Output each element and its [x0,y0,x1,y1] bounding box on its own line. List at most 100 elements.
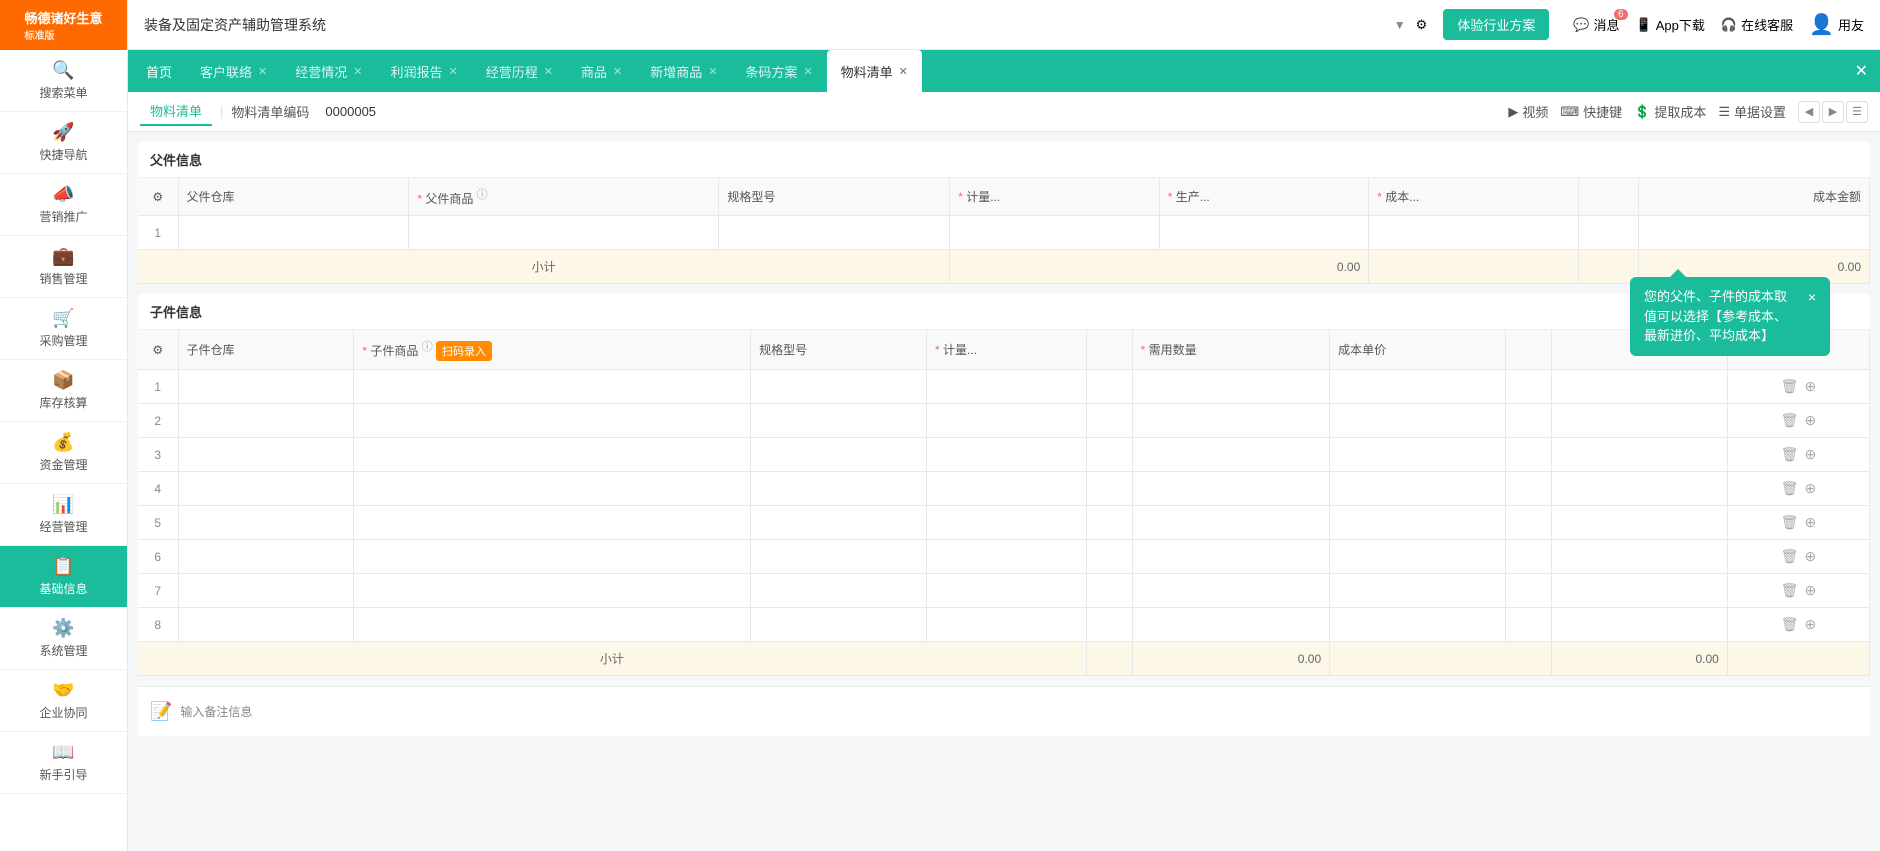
tab-operations-close[interactable]: ✕ [353,65,362,78]
copy-row-5-icon[interactable]: ⊕ [1804,514,1816,531]
child-row-8-unit[interactable] [927,608,1087,642]
nav-expand[interactable]: ☰ [1846,101,1868,123]
parent-goods-info-icon[interactable]: ⓘ [477,189,488,201]
child-row-1-spec[interactable] [751,370,927,404]
child-row-5-unit[interactable] [927,506,1087,540]
single-setting-action[interactable]: ☰ 单据设置 [1718,102,1786,121]
tab-bom[interactable]: 物料清单 ✕ [827,50,922,92]
tab-barcode[interactable]: 条码方案 ✕ [731,50,826,92]
child-row-3-price[interactable] [1330,438,1506,472]
child-row-5-goods[interactable] [354,506,751,540]
sidebar-item-marketing[interactable]: 📣 营销推广 [0,174,127,236]
child-row-7-goods[interactable] [354,574,751,608]
sidebar-item-quick-nav[interactable]: 🚀 快捷导航 [0,112,127,174]
child-row-5-price[interactable] [1330,506,1506,540]
child-row-4-goods[interactable] [354,472,751,506]
child-row-6-price[interactable] [1330,540,1506,574]
tab-bom-close[interactable]: ✕ [899,65,908,78]
extract-cost-action[interactable]: 💲 提取成本 [1634,102,1706,121]
child-row-1-unit[interactable] [927,370,1087,404]
copy-row-6-icon[interactable]: ⊕ [1804,548,1816,565]
user-group[interactable]: 👤 用友 [1809,12,1864,37]
parent-row-unit[interactable] [950,216,1160,250]
child-goods-info-icon[interactable]: ⓘ [422,341,433,353]
tab-new-goods-close[interactable]: ✕ [708,65,717,78]
child-row-1-goods[interactable] [354,370,751,404]
app-download-group[interactable]: 📱 App下载 [1636,15,1705,34]
child-row-3-unit[interactable] [927,438,1087,472]
child-row-2-spec[interactable] [751,404,927,438]
copy-row-1-icon[interactable]: ⊕ [1804,378,1816,395]
settings-icon[interactable]: ⚙ [1416,17,1428,33]
tab-goods[interactable]: 商品 ✕ [567,50,636,92]
child-row-1-price[interactable] [1330,370,1506,404]
child-row-4-spec[interactable] [751,472,927,506]
child-row-6-goods[interactable] [354,540,751,574]
online-service-group[interactable]: 🎧 在线客服 [1721,15,1793,34]
nav-prev[interactable]: ◀ [1798,101,1820,123]
sidebar-item-basic-info[interactable]: 📋 基础信息 [0,546,127,608]
child-row-1-qty[interactable] [1132,370,1330,404]
child-row-7-price[interactable] [1330,574,1506,608]
view-action[interactable]: ▶ 视频 [1508,102,1548,121]
delete-row-8-icon[interactable]: 🗑 [1781,616,1799,633]
tab-new-goods[interactable]: 新增商品 ✕ [636,50,731,92]
child-row-3-spec[interactable] [751,438,927,472]
tab-history-close[interactable]: ✕ [544,65,553,78]
copy-row-8-icon[interactable]: ⊕ [1804,616,1816,633]
child-row-3-goods[interactable] [354,438,751,472]
nav-next[interactable]: ▶ [1822,101,1844,123]
tab-customer[interactable]: 客户联络 ✕ [186,50,281,92]
child-row-2-unit[interactable] [927,404,1087,438]
tab-profit[interactable]: 利润报告 ✕ [376,50,471,92]
bottom-edit-icon[interactable]: 📝 [150,701,172,722]
sidebar-item-sales[interactable]: 💼 销售管理 [0,236,127,298]
child-row-3-qty[interactable] [1132,438,1330,472]
parent-row-spec[interactable] [719,216,950,250]
child-row-4-warehouse[interactable] [178,472,354,506]
child-th-settings[interactable]: ⚙ [138,330,178,370]
child-row-8-goods[interactable] [354,608,751,642]
sidebar-item-enterprise[interactable]: 🤝 企业协同 [0,670,127,732]
tab-history[interactable]: 经营历程 ✕ [472,50,567,92]
delete-row-4-icon[interactable]: 🗑 [1781,480,1799,497]
message-icon-group[interactable]: 💬 消息 6 [1573,15,1619,34]
tab-home[interactable]: 首页 [132,50,186,92]
sidebar-item-guide[interactable]: 📖 新手引导 [0,732,127,794]
close-all-tabs[interactable]: ✕ [1847,61,1876,81]
parent-row-warehouse[interactable] [178,216,409,250]
copy-row-3-icon[interactable]: ⊕ [1804,446,1816,463]
delete-row-3-icon[interactable]: 🗑 [1781,446,1799,463]
parent-row-goods[interactable] [409,216,719,250]
delete-row-1-icon[interactable]: 🗑 [1781,378,1799,395]
child-row-2-goods[interactable] [354,404,751,438]
sidebar-item-system[interactable]: ⚙️ 系统管理 [0,608,127,670]
child-row-7-unit[interactable] [927,574,1087,608]
child-row-5-qty[interactable] [1132,506,1330,540]
child-row-5-spec[interactable] [751,506,927,540]
child-row-4-qty[interactable] [1132,472,1330,506]
child-row-3-warehouse[interactable] [178,438,354,472]
child-row-2-qty[interactable] [1132,404,1330,438]
sidebar-item-search[interactable]: 🔍 搜索菜单 [0,50,127,112]
parent-row-produce[interactable] [1159,216,1369,250]
child-row-7-warehouse[interactable] [178,574,354,608]
tooltip-close-btn[interactable]: × [1808,287,1816,308]
child-row-5-warehouse[interactable] [178,506,354,540]
system-select-arrow[interactable]: ▼ [1394,18,1406,32]
parent-row-cost-type[interactable] [1369,216,1579,250]
parent-th-settings[interactable]: ⚙ [138,178,178,216]
copy-row-2-icon[interactable]: ⊕ [1804,412,1816,429]
tab-operations-status[interactable]: 经营情况 ✕ [281,50,376,92]
scan-input-btn[interactable]: 扫码录入 [436,341,492,361]
tab-profit-close[interactable]: ✕ [449,65,458,78]
toolbar-tab-bom-list[interactable]: 物料清单 [140,97,212,126]
child-row-8-spec[interactable] [751,608,927,642]
copy-row-4-icon[interactable]: ⊕ [1804,480,1816,497]
child-row-8-price[interactable] [1330,608,1506,642]
child-row-6-qty[interactable] [1132,540,1330,574]
delete-row-2-icon[interactable]: 🗑 [1781,412,1799,429]
child-row-8-qty[interactable] [1132,608,1330,642]
child-row-4-price[interactable] [1330,472,1506,506]
child-row-2-warehouse[interactable] [178,404,354,438]
